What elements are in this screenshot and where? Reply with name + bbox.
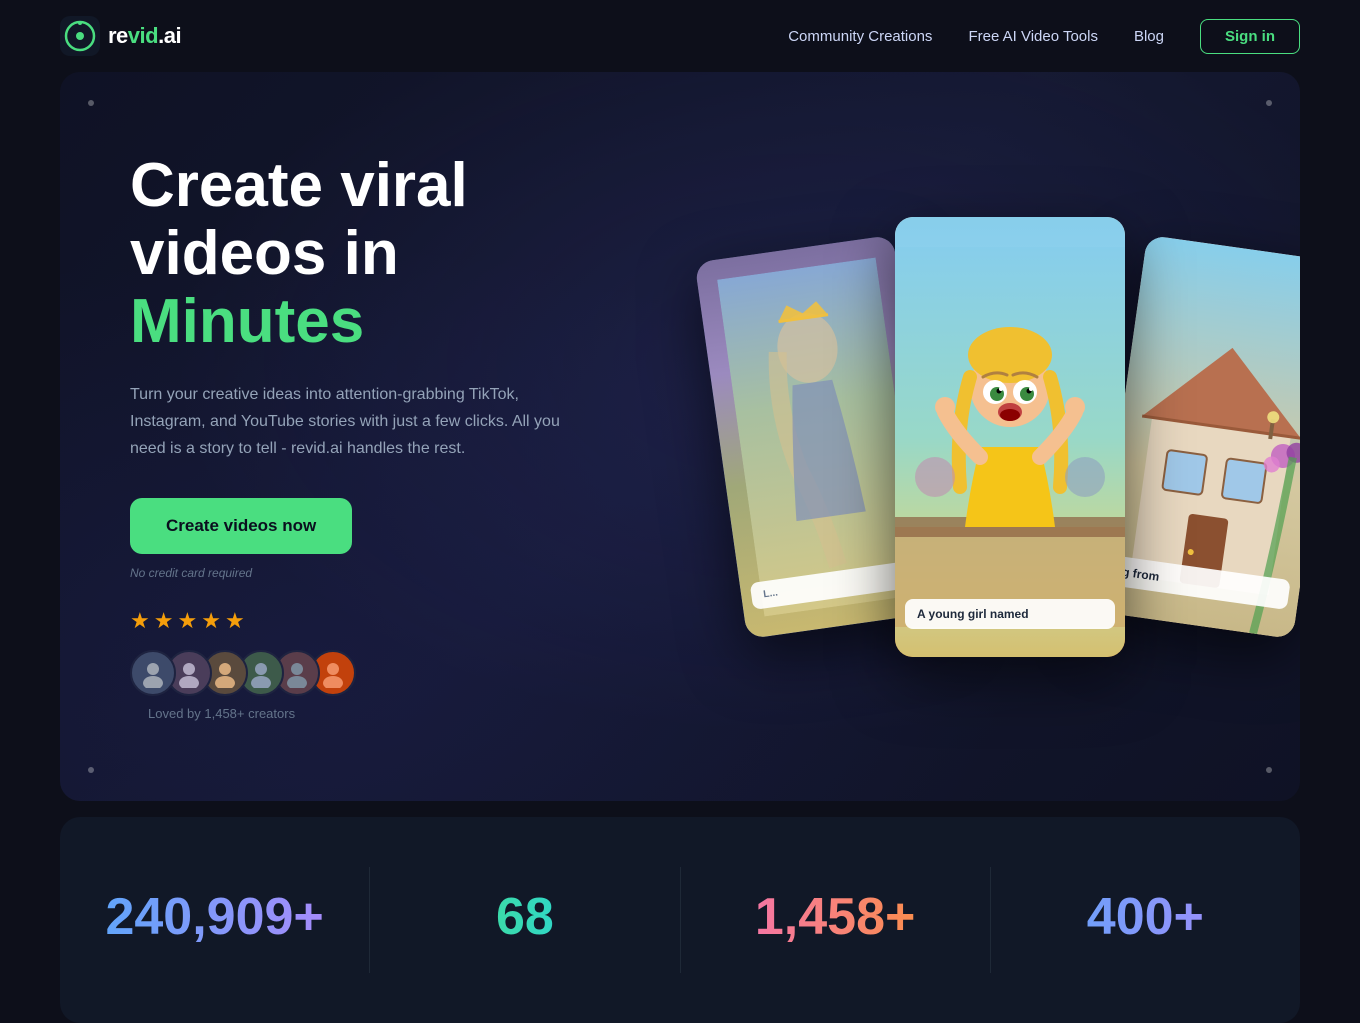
hero-title: Create viral videos in Minutes xyxy=(130,152,590,357)
star-1: ★ xyxy=(130,608,150,634)
loved-by-label: Loved by 1,458+ creators xyxy=(148,706,590,721)
star-4: ★ xyxy=(201,608,221,634)
star-5: ★ xyxy=(225,608,245,634)
stat-videos: 240,909+ xyxy=(60,867,370,973)
stat-number-videos: 240,909+ xyxy=(100,887,329,947)
stat-number-creators: 1,458+ xyxy=(721,887,950,947)
dot-decoration-br xyxy=(1266,767,1272,773)
nav-community[interactable]: Community Creations xyxy=(788,28,932,45)
nav-tools[interactable]: Free AI Video Tools xyxy=(968,28,1098,45)
hero-section: Create viral videos in Minutes Turn your… xyxy=(60,72,1300,801)
navbar: revid.ai Community Creations Free AI Vid… xyxy=(0,0,1360,72)
stat-number-countries: 68 xyxy=(410,887,639,947)
phone-card-center: A young girl named xyxy=(895,217,1125,657)
stat-creators: 1,458+ xyxy=(681,867,991,973)
avatar-1 xyxy=(130,650,176,696)
hero-description: Turn your creative ideas into attention-… xyxy=(130,381,590,463)
star-2: ★ xyxy=(154,608,174,634)
no-credit-label: No credit card required xyxy=(130,566,590,580)
nav-links: Community Creations Free AI Video Tools … xyxy=(788,19,1300,54)
logo[interactable]: revid.ai xyxy=(60,16,181,56)
cta-button[interactable]: Create videos now xyxy=(130,498,352,554)
logo-icon xyxy=(60,16,100,56)
nav-blog[interactable]: Blog xyxy=(1134,28,1164,45)
stat-number-reviews: 400+ xyxy=(1031,887,1260,947)
center-card-overlay: A young girl named xyxy=(905,599,1115,629)
stats-section: 240,909+ 68 1,458+ 400+ xyxy=(60,817,1300,1023)
star-rating: ★ ★ ★ ★ ★ xyxy=(130,608,590,634)
stat-countries: 68 xyxy=(370,867,680,973)
hero-images: L... xyxy=(700,192,1300,682)
phone-card-right: g from xyxy=(1095,234,1300,638)
logo-text: revid.ai xyxy=(108,23,181,49)
star-3: ★ xyxy=(177,608,197,634)
highlight-text: Minutes xyxy=(130,287,364,356)
signin-button[interactable]: Sign in xyxy=(1200,19,1300,54)
hero-content: Create viral videos in Minutes Turn your… xyxy=(60,72,660,801)
stat-reviews: 400+ xyxy=(991,867,1300,973)
dot-decoration-tr xyxy=(1266,100,1272,106)
avatar-group xyxy=(130,650,590,696)
